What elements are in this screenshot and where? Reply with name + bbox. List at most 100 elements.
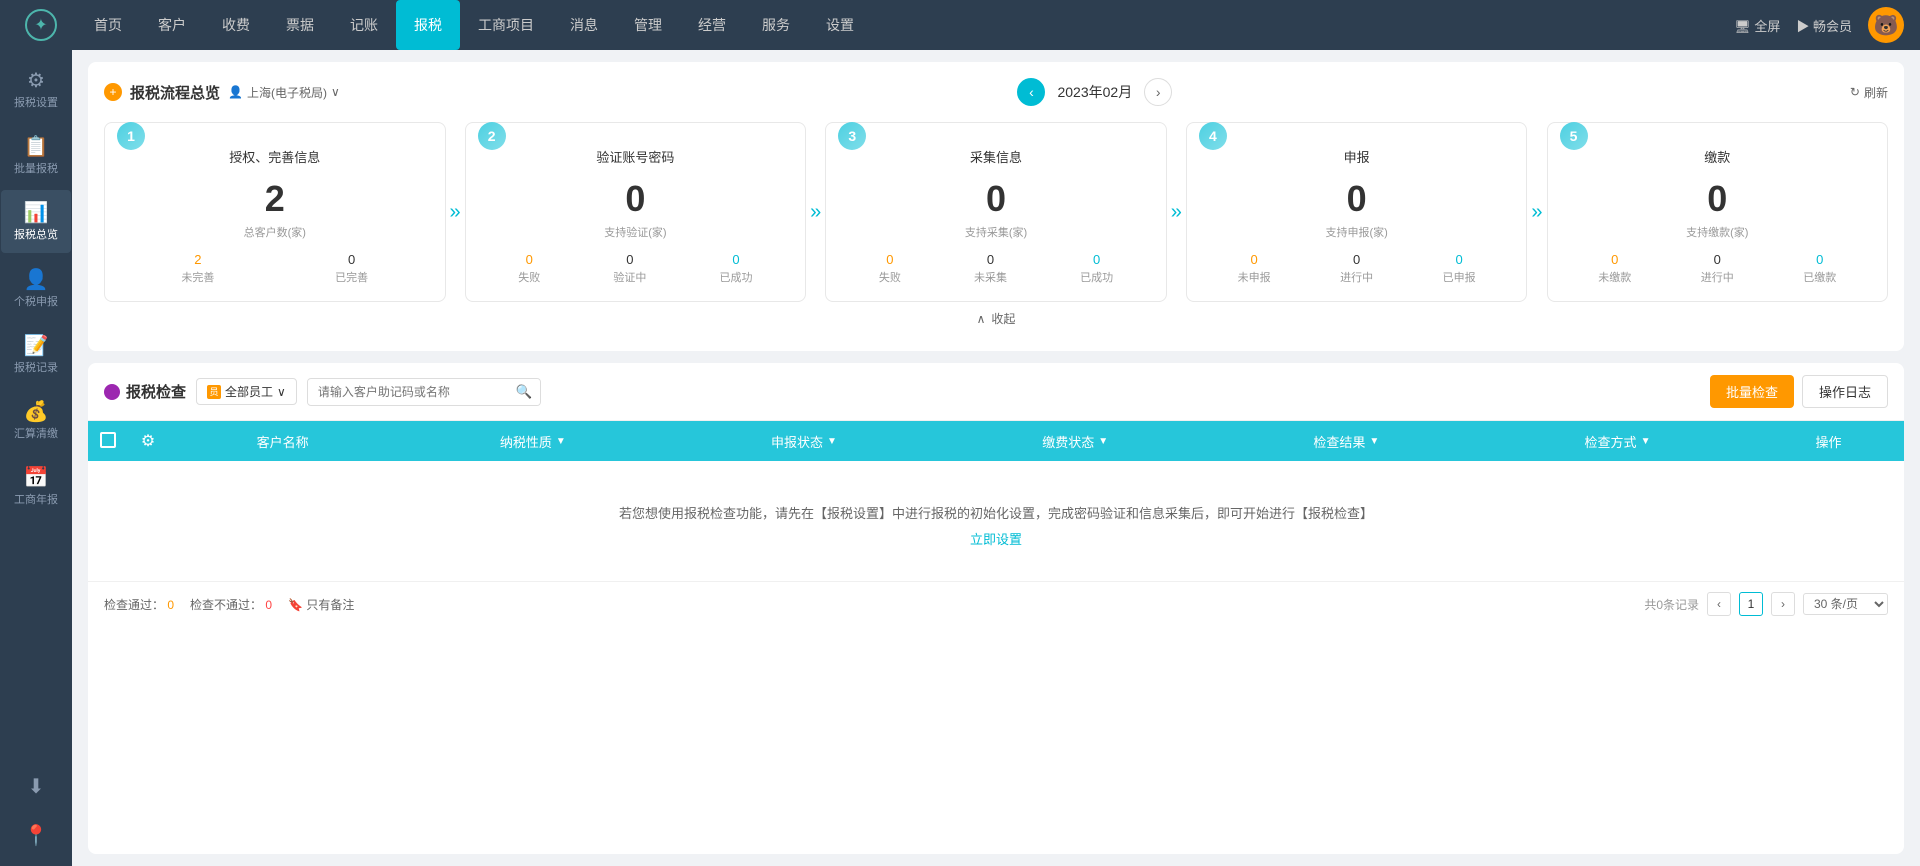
table-header: ⚙ 客户名称 纳税性质 ▼	[88, 421, 1904, 461]
stat-complete-value: 0	[348, 252, 355, 267]
nav-bookkeeping[interactable]: 记账	[332, 0, 396, 50]
sidebar-location-btn[interactable]: 📍	[1, 813, 71, 858]
step-subtitle-2: 支持验证(家)	[482, 224, 790, 240]
check-fail-stat: 检查不通过： 0	[190, 596, 272, 613]
column-settings-icon[interactable]: ⚙	[141, 433, 155, 450]
sidebar-item-tax-record[interactable]: 📝 报税记录	[1, 323, 71, 385]
sidebar-item-commerce-annual[interactable]: 📅 工商年报	[1, 455, 71, 517]
table-footer: 检查通过： 0 检查不通过： 0 🔖 只有备注 共0条记录 ‹ 1 ›	[88, 581, 1904, 626]
sidebar-item-batch-tax[interactable]: 📋 批量报税	[1, 124, 71, 186]
top-nav-right: 🖥 全屏 ▶ 畅会员 🐻	[1734, 7, 1904, 43]
nav-tax[interactable]: 报税	[396, 0, 460, 50]
avatar[interactable]: 🐻	[1868, 7, 1904, 43]
step-count-3: 0	[842, 178, 1150, 220]
col-check-method-filter[interactable]: 检查方式 ▼	[1585, 432, 1651, 451]
search-input[interactable]	[308, 380, 508, 404]
nav-operation[interactable]: 经营	[680, 0, 744, 50]
nav-service[interactable]: 服务	[744, 0, 808, 50]
stat-declaring-value: 0	[1353, 252, 1360, 267]
filter-dropdown-arrow: ∨	[277, 385, 286, 399]
collapse-bar[interactable]: ∧ 收起	[104, 302, 1888, 335]
next-month-btn[interactable]: ›	[1144, 78, 1172, 106]
sidebar-item-tax-overview[interactable]: 📊 报税总览	[1, 190, 71, 252]
stat-complete-label: 已完善	[335, 269, 368, 285]
nav-home[interactable]: 首页	[76, 0, 140, 50]
location-info[interactable]: 👤 上海(电子税局) ∨	[228, 84, 340, 101]
step-stats-3: 0 失败 0 未采集 0 已成功	[842, 252, 1150, 285]
col-declare-status-text: 申报状态	[771, 432, 823, 451]
col-pay-status-filter[interactable]: 缴费状态 ▼	[1042, 432, 1108, 451]
note-stat: 🔖 只有备注	[288, 596, 354, 613]
nav-client[interactable]: 客户	[140, 0, 204, 50]
nav-settings[interactable]: 设置	[808, 0, 872, 50]
nav-fee[interactable]: 收费	[204, 0, 268, 50]
step-number-3: 3	[838, 122, 866, 150]
logo-icon: ✦	[25, 9, 57, 41]
col-tax-nature: 纳税性质 ▼	[397, 421, 668, 461]
current-page: 1	[1739, 592, 1763, 616]
process-step-3: 3 采集信息 0 支持采集(家) 0 失败 0 未采集	[825, 122, 1167, 302]
stat-not-paid-value: 0	[1611, 252, 1618, 267]
col-pay-status-text: 缴费状态	[1042, 432, 1094, 451]
select-all-checkbox[interactable]	[100, 432, 116, 448]
search-button[interactable]: 🔍	[508, 379, 541, 405]
stat-declared-label: 已申报	[1443, 269, 1476, 285]
stat-collect-fail-label: 失败	[879, 269, 901, 285]
col-check-result-text: 检查结果	[1313, 432, 1365, 451]
fullscreen-btn[interactable]: 🖥 全屏	[1734, 16, 1780, 35]
sidebar-label-tax-overview: 报税总览	[14, 229, 58, 242]
setup-link[interactable]: 立即设置	[970, 532, 1022, 547]
filter-icon-result: ▼	[1369, 436, 1379, 447]
pagination: 共0条记录 ‹ 1 › 30 条/页 50 条/页 100 条/页	[1644, 592, 1888, 616]
op-log-button[interactable]: 操作日志	[1802, 375, 1888, 408]
col-declare-status-filter[interactable]: 申报状态 ▼	[771, 432, 837, 451]
arrow-2-3: »	[806, 122, 825, 302]
employee-filter[interactable]: 员 全部员工 ∨	[196, 378, 297, 405]
personal-tax-icon: 👤	[24, 267, 49, 292]
col-check-result-filter[interactable]: 检查结果 ▼	[1313, 432, 1379, 451]
location-person-icon: 👤	[228, 85, 243, 99]
page-size-select[interactable]: 30 条/页 50 条/页 100 条/页	[1803, 593, 1888, 615]
arrow-3-4: »	[1167, 122, 1186, 302]
current-month: 2023年02月	[1057, 82, 1132, 102]
batch-check-button[interactable]: 批量检查	[1710, 375, 1794, 408]
stat-not-paid-label: 未缴款	[1598, 269, 1631, 285]
nav-message[interactable]: 消息	[552, 0, 616, 50]
nav-commerce[interactable]: 工商项目	[460, 0, 552, 50]
sidebar-item-tax-settings[interactable]: ⚙ 报税设置	[1, 58, 71, 120]
check-fail-value[interactable]: 0	[265, 598, 272, 612]
sidebar-item-personal-tax[interactable]: 👤 个税申报	[1, 257, 71, 319]
nav-invoice[interactable]: 票据	[268, 0, 332, 50]
vip-btn[interactable]: ▶ 畅会员	[1796, 16, 1852, 35]
checkbox-column	[88, 421, 128, 461]
col-tax-nature-filter[interactable]: 纳税性质 ▼	[500, 432, 566, 451]
month-nav: ‹ 2023年02月 ›	[1017, 78, 1172, 106]
check-fail-label: 检查不通过：	[190, 598, 262, 612]
nav-manage[interactable]: 管理	[616, 0, 680, 50]
col-check-method: 检查方式 ▼	[1482, 421, 1753, 461]
check-pass-value[interactable]: 0	[167, 598, 174, 612]
process-steps: 1 授权、完善信息 2 总客户数(家) 2 未完善 0 已完善	[104, 122, 1888, 302]
process-overview-header: + 报税流程总览 👤 上海(电子税局) ∨ ‹ 2023年02月 › ↻ 刷新	[104, 78, 1888, 106]
stat-not-collected-label: 未采集	[974, 269, 1007, 285]
search-box: 🔍	[307, 378, 542, 406]
logo[interactable]: ✦	[16, 0, 66, 50]
sidebar-item-annual-settlement[interactable]: 💰 汇算清缴	[1, 389, 71, 451]
refresh-label: 刷新	[1864, 84, 1888, 101]
table-container: ⚙ 客户名称 纳税性质 ▼	[88, 421, 1904, 581]
next-page-btn[interactable]: ›	[1771, 592, 1795, 616]
nav-items: 首页 客户 收费 票据 记账 报税 工商项目 消息 管理 经营 服务 设置	[76, 0, 1734, 50]
filter-icon-pay: ▼	[1098, 436, 1108, 447]
stat-not-collected-value: 0	[987, 252, 994, 267]
refresh-btn[interactable]: ↻ 刷新	[1850, 84, 1888, 101]
bookmark-icon: 🔖	[288, 598, 303, 612]
prev-month-btn[interactable]: ‹	[1017, 78, 1045, 106]
sidebar-download-btn[interactable]: ⬇	[1, 764, 71, 809]
col-check-method-text: 检查方式	[1585, 432, 1637, 451]
prev-page-btn[interactable]: ‹	[1707, 592, 1731, 616]
stat-verifying-value: 0	[626, 252, 633, 267]
process-step-5: 5 缴款 0 支持缴款(家) 0 未缴款 0 进行中	[1547, 122, 1889, 302]
stat-fail-label: 失败	[518, 269, 540, 285]
stat-not-declared: 0 未申报	[1238, 252, 1271, 285]
step-count-2: 0	[482, 178, 790, 220]
